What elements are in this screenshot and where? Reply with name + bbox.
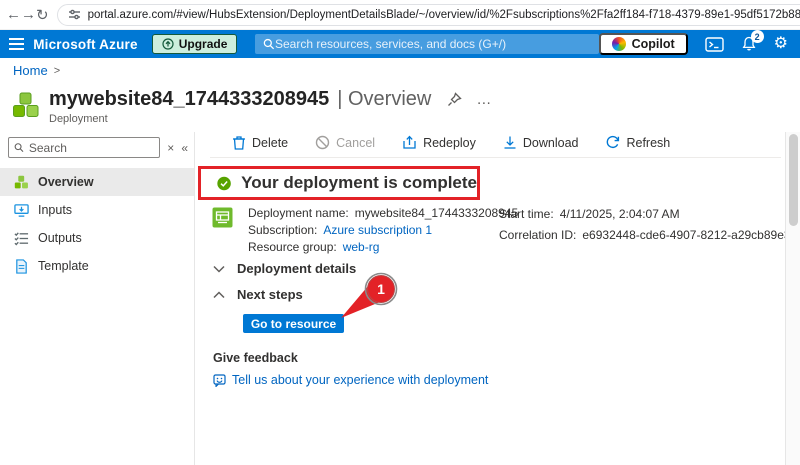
feedback-link-label: Tell us about your experience with deplo…	[232, 373, 489, 387]
feedback-smiley-icon	[213, 373, 226, 387]
deployment-status-message: Your deployment is complete	[241, 173, 477, 192]
delete-button[interactable]: Delete	[232, 135, 288, 150]
browser-back-icon[interactable]: ←	[6, 6, 21, 23]
field-label: Correlation ID:	[499, 228, 577, 242]
sidebar-item-label: Outputs	[38, 231, 82, 245]
template-icon	[16, 258, 27, 274]
scrollbar-thumb[interactable]	[789, 134, 798, 226]
chevron-up-icon	[213, 290, 225, 298]
correlation-id-value: e6932448-cde6-4907-8212-a29cb89e3a51	[582, 228, 800, 242]
collapse-sidebar-icon[interactable]: «	[181, 141, 188, 155]
azure-portal-window: ← → ↻ portal.azure.com/#view/HubsExtensi…	[0, 0, 800, 465]
deployment-details-toggle[interactable]: Deployment details	[213, 261, 356, 276]
page-subtitle: Deployment	[49, 113, 108, 125]
annotation-highlight-box: Your deployment is complete	[198, 166, 480, 200]
trash-icon	[233, 136, 245, 150]
tool-label: Delete	[252, 135, 289, 150]
sidebar-search[interactable]	[8, 137, 161, 158]
breadcrumb: Home >	[13, 63, 60, 78]
search-icon	[264, 38, 275, 50]
sidebar-item-label: Overview	[38, 175, 94, 189]
redeploy-icon	[403, 135, 416, 149]
page-title-suffix: | Overview	[337, 88, 432, 110]
global-search-input[interactable]	[274, 37, 591, 51]
sidebar-search-input[interactable]	[28, 140, 155, 155]
download-icon	[504, 136, 516, 149]
vertical-scrollbar[interactable]	[785, 132, 800, 465]
start-time-value: 4/11/2025, 2:04:07 AM	[559, 207, 680, 221]
site-info-icon[interactable]	[68, 8, 81, 21]
clear-search-icon[interactable]: ×	[167, 141, 174, 155]
template-deployment-icon	[212, 207, 233, 228]
overview-cubes-icon	[14, 175, 28, 188]
field-label: Subscription:	[248, 223, 318, 237]
chevron-down-icon	[213, 265, 225, 273]
url-text: portal.azure.com/#view/HubsExtension/Dep…	[87, 8, 800, 21]
feedback-heading: Give feedback	[213, 351, 298, 365]
notification-badge: 2	[750, 30, 764, 43]
sidebar-item-outputs[interactable]: Outputs	[0, 224, 194, 252]
more-options-icon[interactable]: …	[476, 91, 492, 108]
download-button[interactable]: Download	[503, 135, 579, 150]
command-bar: Delete Cancel Redeploy Download Refresh	[232, 135, 670, 150]
field-label: Start time:	[499, 207, 554, 221]
page-title: mywebsite84_1744333208945	[49, 88, 330, 110]
feedback-link[interactable]: Tell us about your experience with deplo…	[213, 373, 488, 387]
azure-brand[interactable]: Microsoft Azure	[33, 37, 138, 52]
copilot-icon	[611, 37, 626, 51]
section-label: Deployment details	[237, 261, 357, 276]
cloud-shell-icon[interactable]	[704, 36, 724, 52]
page-header: mywebsite84_1744333208945 | Overview … D…	[12, 88, 492, 125]
hamburger-menu-icon[interactable]	[0, 38, 33, 50]
tool-label: Cancel	[336, 135, 376, 150]
deployment-essentials: Deployment name: mywebsite84_17443332089…	[212, 206, 800, 254]
refresh-button[interactable]: Refresh	[605, 135, 670, 150]
sidebar: × « Overview Inputs Outputs	[0, 132, 195, 465]
sidebar-item-label: Template	[38, 259, 89, 273]
deployment-name-value: mywebsite84_1744333208945	[354, 206, 519, 220]
sidebar-item-inputs[interactable]: Inputs	[0, 196, 194, 224]
global-search[interactable]	[255, 34, 599, 54]
azure-top-bar: Microsoft Azure Upgrade Copilot	[0, 30, 800, 58]
notifications-bell-icon[interactable]: 2	[741, 30, 764, 52]
resource-group-link[interactable]: web-rg	[343, 240, 380, 254]
subscription-link[interactable]: Azure subscription 1	[323, 223, 432, 237]
search-icon	[14, 143, 24, 152]
tool-label: Refresh	[626, 135, 671, 150]
copilot-button[interactable]: Copilot	[598, 33, 688, 55]
divider	[210, 157, 781, 158]
refresh-icon	[607, 135, 620, 149]
outputs-icon	[14, 231, 29, 245]
section-label: Next steps	[237, 287, 303, 302]
field-label: Resource group:	[248, 240, 337, 254]
sidebar-item-overview[interactable]: Overview	[0, 168, 194, 196]
upgrade-label: Upgrade	[178, 37, 228, 51]
deployment-cubes-icon	[12, 92, 40, 124]
tool-label: Download	[522, 135, 579, 150]
inputs-icon	[14, 203, 29, 217]
field-label: Deployment name:	[248, 206, 349, 220]
sidebar-item-label: Inputs	[38, 203, 73, 217]
upgrade-button[interactable]: Upgrade	[151, 34, 238, 54]
browser-reload-icon[interactable]: ↻	[36, 6, 49, 24]
block-icon	[315, 135, 330, 150]
redeploy-button[interactable]: Redeploy	[402, 135, 476, 150]
settings-gear-icon[interactable]: ⚙	[774, 36, 788, 52]
next-steps-toggle[interactable]: Next steps	[213, 287, 303, 302]
success-check-icon	[217, 176, 231, 190]
browser-forward-icon[interactable]: →	[21, 6, 36, 23]
address-bar[interactable]: portal.azure.com/#view/HubsExtension/Dep…	[56, 3, 800, 26]
upgrade-arrow-icon	[162, 38, 174, 50]
sidebar-item-template[interactable]: Template	[0, 252, 194, 280]
browser-chrome: ← → ↻ portal.azure.com/#view/HubsExtensi…	[0, 0, 800, 30]
go-to-resource-button[interactable]: Go to resource	[243, 314, 344, 333]
tool-label: Redeploy	[423, 135, 476, 150]
pin-icon[interactable]	[447, 92, 463, 107]
breadcrumb-separator: >	[53, 64, 61, 77]
breadcrumb-home-link[interactable]: Home	[13, 63, 48, 78]
deployment-overview-pane: Delete Cancel Redeploy Download Refresh …	[196, 132, 800, 465]
copilot-label: Copilot	[631, 37, 675, 51]
cancel-button[interactable]: Cancel	[315, 135, 375, 150]
